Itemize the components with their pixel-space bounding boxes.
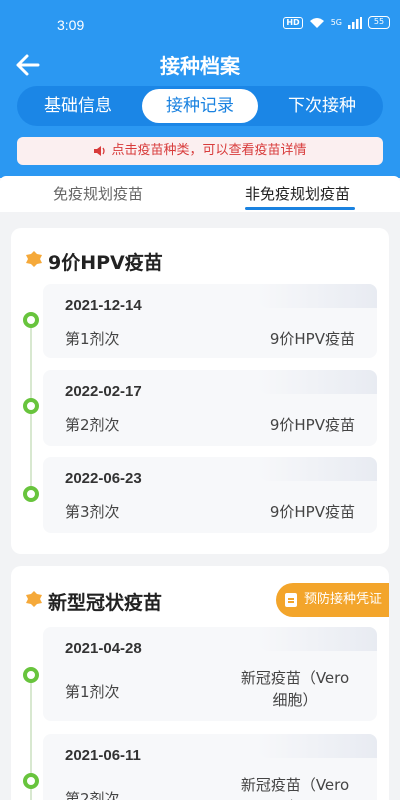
record-item[interactable]: 2021-06-11 第2剂次 新冠疫苗（Vero细 xyxy=(43,734,377,800)
record-item[interactable]: 2021-04-28 第1剂次 新冠疫苗（Vero细胞） xyxy=(43,627,377,721)
signal-icon xyxy=(348,16,362,29)
active-tab-indicator xyxy=(245,207,355,210)
record-vaccine: 新冠疫苗（Vero细胞） xyxy=(240,669,350,709)
record-date: 2022-02-17 xyxy=(65,383,142,400)
notice-text: 点击疫苗种类，可以查看疫苗详情 xyxy=(111,143,307,158)
segment-control: 基础信息 接种记录 下次接种 xyxy=(17,86,383,126)
hd-icon: HD xyxy=(283,16,303,29)
timeline-dot xyxy=(23,667,39,683)
record-dose: 第1剂次 xyxy=(65,330,120,348)
vaccine-badge-icon xyxy=(26,591,42,607)
record-dose: 第2剂次 xyxy=(65,416,120,434)
record-item[interactable]: 2022-02-17 第2剂次 9价HPV疫苗 xyxy=(43,370,377,446)
record-vaccine: 新冠疫苗（Vero细 xyxy=(240,776,350,800)
page-title: 接种档案 xyxy=(160,54,240,78)
record-dose: 第2剂次 xyxy=(65,790,120,800)
timeline-dot xyxy=(23,312,39,328)
record-dose: 第1剂次 xyxy=(65,683,120,701)
tab-planned-vaccines[interactable]: 免疫规划疫苗 xyxy=(53,183,143,204)
segment-basic-info[interactable]: 基础信息 xyxy=(17,86,139,126)
timeline-dot xyxy=(23,486,39,502)
vaccination-certificate-button[interactable]: 预防接种凭证 xyxy=(276,583,389,617)
vaccine-card-hpv[interactable]: 9价HPV疫苗 2021-12-14 第1剂次 9价HPV疫苗 2022-02-… xyxy=(11,228,389,554)
timeline-dot xyxy=(23,773,39,789)
record-item[interactable]: 2021-12-14 第1剂次 9价HPV疫苗 xyxy=(43,284,377,358)
record-decoration xyxy=(257,284,377,308)
record-decoration xyxy=(257,457,377,481)
record-decoration xyxy=(257,627,377,651)
signal-label: 5G xyxy=(330,18,342,27)
vaccine-card-title: 新型冠状疫苗 xyxy=(48,592,163,614)
vaccine-card-title: 9价HPV疫苗 xyxy=(48,252,163,274)
segment-vaccination-records[interactable]: 接种记录 xyxy=(142,89,258,123)
record-date: 2021-12-14 xyxy=(65,297,142,314)
record-vaccine: 9价HPV疫苗 xyxy=(269,416,355,434)
tab-non-planned-vaccines[interactable]: 非免疫规划疫苗 xyxy=(245,183,350,204)
document-icon xyxy=(285,593,297,607)
timeline-dot xyxy=(23,398,39,414)
wifi-icon xyxy=(309,17,324,28)
record-decoration xyxy=(257,734,377,758)
record-date: 2021-04-28 xyxy=(65,640,142,657)
record-dose: 第3剂次 xyxy=(65,503,120,521)
record-item[interactable]: 2022-06-23 第3剂次 9价HPV疫苗 xyxy=(43,457,377,533)
battery-icon: 55 xyxy=(368,16,390,29)
speaker-icon xyxy=(94,145,106,156)
record-date: 2022-06-23 xyxy=(65,470,142,487)
record-vaccine: 9价HPV疫苗 xyxy=(269,503,355,521)
vaccine-type-tabs: 免疫规划疫苗 非免疫规划疫苗 xyxy=(0,176,400,212)
status-bar: 3:09 HD 5G 55 xyxy=(0,0,400,40)
certificate-label: 预防接种凭证 xyxy=(304,592,383,607)
vaccine-badge-icon xyxy=(26,251,42,267)
notice-bar: 点击疫苗种类，可以查看疫苗详情 xyxy=(17,137,383,165)
record-date: 2021-06-11 xyxy=(65,747,141,764)
record-vaccine: 9价HPV疫苗 xyxy=(269,330,355,348)
segment-next-vaccination[interactable]: 下次接种 xyxy=(261,86,383,126)
header-bar: 3:09 HD 5G 55 接种档案 基础信息 接种记录 下次接种 点击疫苗种类… xyxy=(0,0,400,178)
status-time: 3:09 xyxy=(57,17,85,33)
status-icons: HD 5G 55 xyxy=(283,16,390,29)
record-decoration xyxy=(257,370,377,394)
